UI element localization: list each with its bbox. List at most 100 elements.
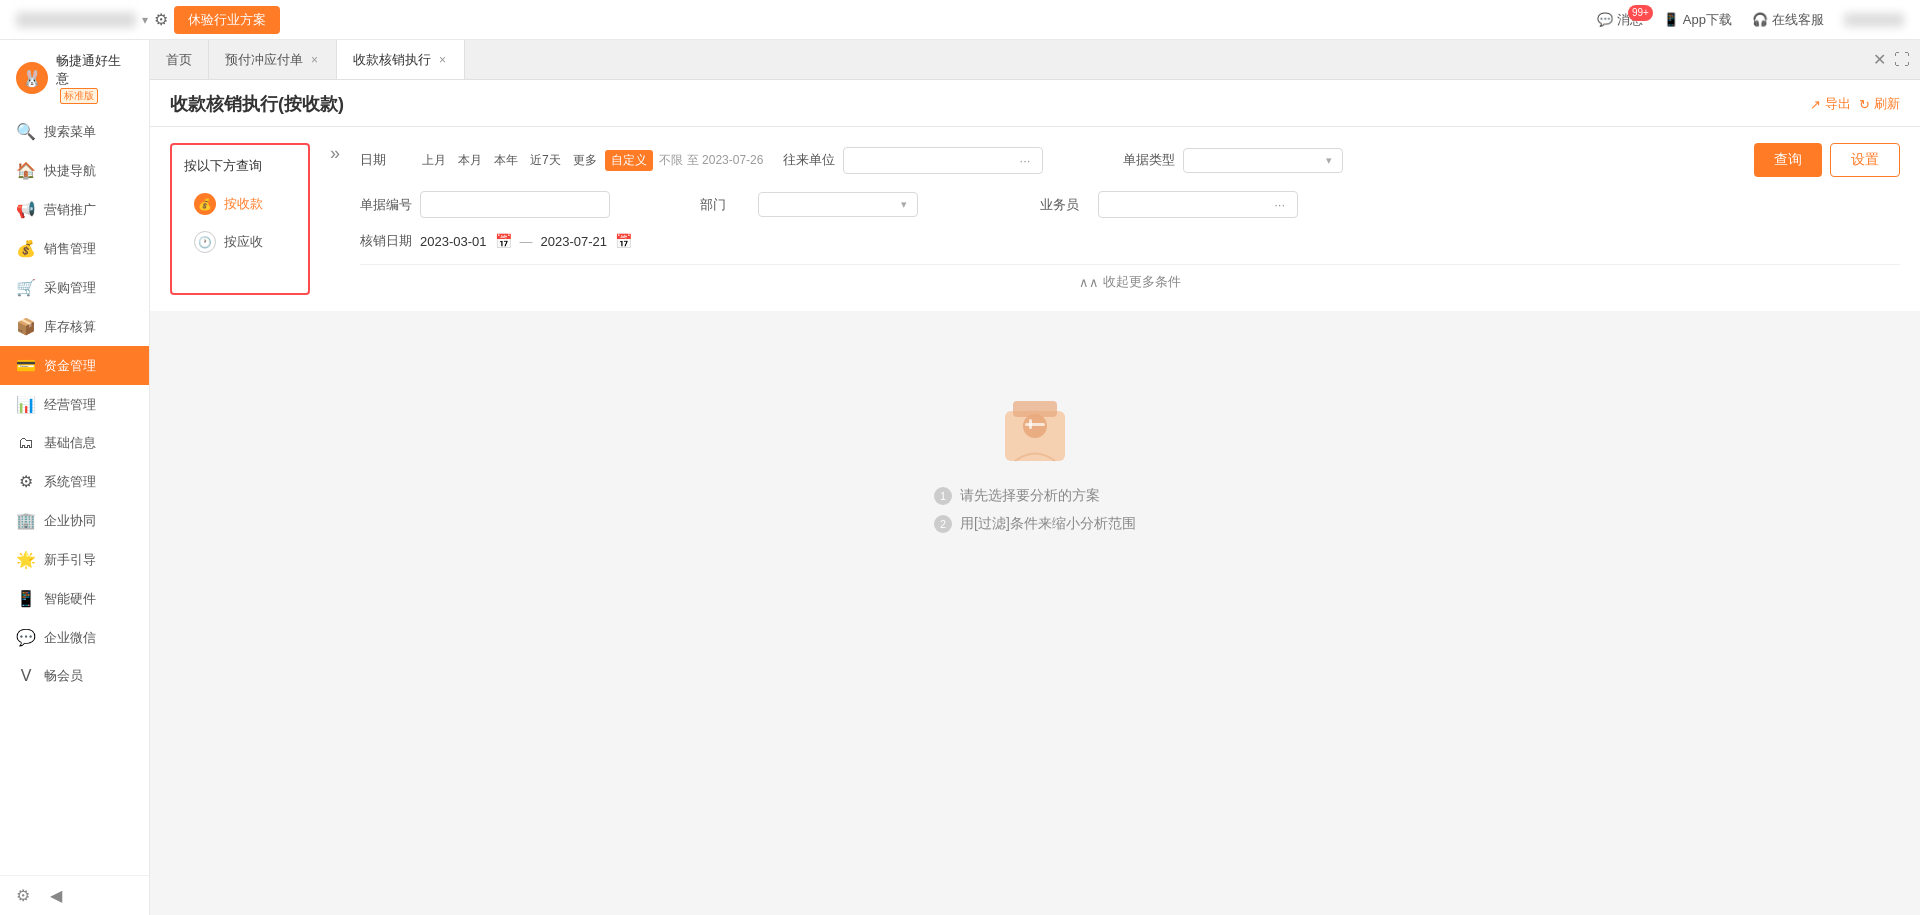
filter-box-title: 按以下方查询: [184, 157, 296, 175]
tab-close-all-btn[interactable]: ✕: [1873, 50, 1886, 69]
voucher-label: 单据编号: [360, 196, 412, 214]
empty-icon: [975, 371, 1095, 471]
verify-start-calendar-icon[interactable]: 📅: [495, 233, 512, 249]
date-btn-this-month[interactable]: 本月: [454, 150, 486, 171]
date-btn-last-month[interactable]: 上月: [418, 150, 450, 171]
date-group: 上月 本月 本年 近7天 更多 自定义 不限 至 2023-07-26: [418, 150, 763, 171]
filter-option-by-receipt[interactable]: 💰 按收款: [184, 187, 296, 221]
sidebar-item-sales[interactable]: 💰 销售管理: [0, 229, 149, 268]
wechat-icon: 💬: [16, 628, 36, 647]
message-btn[interactable]: 💬 消息 99+: [1597, 11, 1643, 29]
sidebar-item-wechat[interactable]: 💬 企业微信: [0, 618, 149, 657]
query-btn[interactable]: 查询: [1754, 143, 1822, 177]
date-btn-7days[interactable]: 近7天: [526, 150, 565, 171]
page-title-actions: ↗ 导出 ↻ 刷新: [1810, 95, 1900, 113]
sidebar-item-hardware[interactable]: 📱 智能硬件: [0, 579, 149, 618]
settings-bottom-icon[interactable]: ⚙: [16, 886, 30, 905]
sidebar-item-system[interactable]: ⚙ 系统管理: [0, 462, 149, 501]
date-input-wrapper: 不限 至 2023-07-26: [659, 152, 764, 169]
tab-prepay-label: 预付冲应付单: [225, 51, 303, 69]
edition-tag: 标准版: [60, 88, 98, 104]
sidebar-item-enterprise[interactable]: 🏢 企业协同: [0, 501, 149, 540]
verify-end-calendar-icon[interactable]: 📅: [615, 233, 632, 249]
tab-home[interactable]: 首页: [150, 40, 209, 79]
export-btn[interactable]: ↗ 导出: [1810, 95, 1851, 113]
enterprise-icon: 🏢: [16, 511, 36, 530]
verify-date-label: 核销日期: [360, 232, 412, 250]
sidebar-item-inventory[interactable]: 📦 库存核算: [0, 307, 149, 346]
sidebar-label-sales: 销售管理: [44, 240, 96, 258]
search-icon: 🔍: [16, 122, 36, 141]
industry-btn[interactable]: 休验行业方案: [174, 6, 280, 34]
dept-chevron-icon: ▾: [901, 198, 907, 211]
filter-option-by-receivable[interactable]: 🕐 按应收: [184, 225, 296, 259]
step2-num: 2: [934, 515, 952, 533]
step1-text: 请先选择要分析的方案: [960, 487, 1100, 505]
by-receivable-icon: 🕐: [194, 231, 216, 253]
filter-collapse-btn[interactable]: »: [326, 143, 344, 164]
sidebar-item-purchase[interactable]: 🛒 采购管理: [0, 268, 149, 307]
sidebar-item-guide[interactable]: 🌟 新手引导: [0, 540, 149, 579]
sales-icon: 💰: [16, 239, 36, 258]
date-btn-this-year[interactable]: 本年: [490, 150, 522, 171]
collapse-conditions-btn[interactable]: ∧∧ 收起更多条件: [1079, 273, 1181, 291]
main-layout: 🐰 畅捷通好生意 标准版 🔍 搜索菜单 🏠 快捷导航 📢 营销推广 💰 销售管理: [0, 40, 1920, 915]
salesman-dots: ···: [1274, 197, 1285, 212]
sidebar: 🐰 畅捷通好生意 标准版 🔍 搜索菜单 🏠 快捷导航 📢 营销推广 💰 销售管理: [0, 40, 150, 915]
inventory-icon: 📦: [16, 317, 36, 336]
verify-date-range: 2023-03-01 📅 — 2023-07-21 📅: [420, 233, 632, 249]
collapse-conditions-row: ∧∧ 收起更多条件: [360, 264, 1900, 295]
sidebar-item-basic[interactable]: 🗂 基础信息: [0, 424, 149, 462]
filter-field-salesman: 业务员 ···: [1040, 191, 1360, 218]
finance-icon: 💳: [16, 356, 36, 375]
settings-btn[interactable]: 设置: [1830, 143, 1900, 177]
hardware-icon: 📱: [16, 589, 36, 608]
partner-input[interactable]: ···: [843, 147, 1043, 174]
date-unlimited: 不限: [659, 152, 683, 169]
filter-field-verify-date: 核销日期 2023-03-01 📅 — 2023-07-21 📅: [360, 232, 680, 250]
dept-label: 部门: [700, 196, 750, 214]
dept-select[interactable]: ▾: [758, 192, 918, 217]
sidebar-label-wechat: 企业微信: [44, 629, 96, 647]
sidebar-label-basic: 基础信息: [44, 434, 96, 452]
sidebar-item-vip[interactable]: V 畅会员: [0, 657, 149, 695]
date-to-text: 至 2023-07-26: [687, 152, 764, 169]
date-btn-more[interactable]: 更多: [569, 150, 601, 171]
tab-collect[interactable]: 收款核销执行 ×: [337, 40, 465, 79]
refresh-btn[interactable]: ↻ 刷新: [1859, 95, 1900, 113]
sidebar-label-operations: 经营管理: [44, 396, 96, 414]
partner-select-wrapper: ···: [843, 147, 1043, 174]
gear-icon[interactable]: ⚙: [154, 10, 168, 29]
sidebar-item-operations[interactable]: 📊 经营管理: [0, 385, 149, 424]
sidebar-item-finance[interactable]: 💳 资金管理: [0, 346, 149, 385]
tab-expand-btn[interactable]: ⛶: [1894, 51, 1910, 69]
collapse-up-icon: ∧∧: [1079, 275, 1099, 290]
content-area: 首页 预付冲应付单 × 收款核销执行 × ✕ ⛶ 收款核销执行(按收款): [150, 40, 1920, 915]
collapse-sidebar-icon[interactable]: ◀: [50, 886, 62, 905]
filter-right: 日期 上月 本月 本年 近7天 更多 自定义: [360, 143, 1900, 295]
salesman-input[interactable]: ···: [1098, 191, 1298, 218]
step1-num: 1: [934, 487, 952, 505]
sidebar-label-marketing: 营销推广: [44, 201, 96, 219]
voucher-input[interactable]: [420, 191, 610, 218]
online-service-btn[interactable]: 🎧 在线客服: [1752, 11, 1824, 29]
by-receivable-label: 按应收: [224, 233, 263, 251]
tab-prepay[interactable]: 预付冲应付单 ×: [209, 40, 337, 79]
doctype-select[interactable]: ▾: [1183, 148, 1343, 173]
sidebar-item-marketing[interactable]: 📢 营销推广: [0, 190, 149, 229]
date-btn-custom[interactable]: 自定义: [605, 150, 653, 171]
export-label: 导出: [1825, 95, 1851, 113]
tab-prepay-close[interactable]: ×: [309, 51, 320, 69]
filter-panel: 按以下方查询 💰 按收款 🕐 按应收 »: [150, 127, 1920, 311]
sidebar-label-purchase: 采购管理: [44, 279, 96, 297]
chevron-down-icon[interactable]: ▾: [142, 13, 148, 27]
top-bar-title-blur: [16, 12, 136, 28]
empty-step1: 1 请先选择要分析的方案: [934, 487, 1136, 505]
sidebar-item-quick-nav[interactable]: 🏠 快捷导航: [0, 151, 149, 190]
app-download-btn[interactable]: 📱 App下载: [1663, 11, 1732, 29]
tab-collect-close[interactable]: ×: [437, 51, 448, 69]
sidebar-item-search-menu[interactable]: 🔍 搜索菜单: [0, 112, 149, 151]
sidebar-logo: 🐰 畅捷通好生意 标准版: [0, 40, 149, 112]
filter-row-2: 单据编号 部门 ▾ 业务员: [360, 191, 1900, 218]
brand-name: 畅捷通好生意: [56, 52, 133, 88]
